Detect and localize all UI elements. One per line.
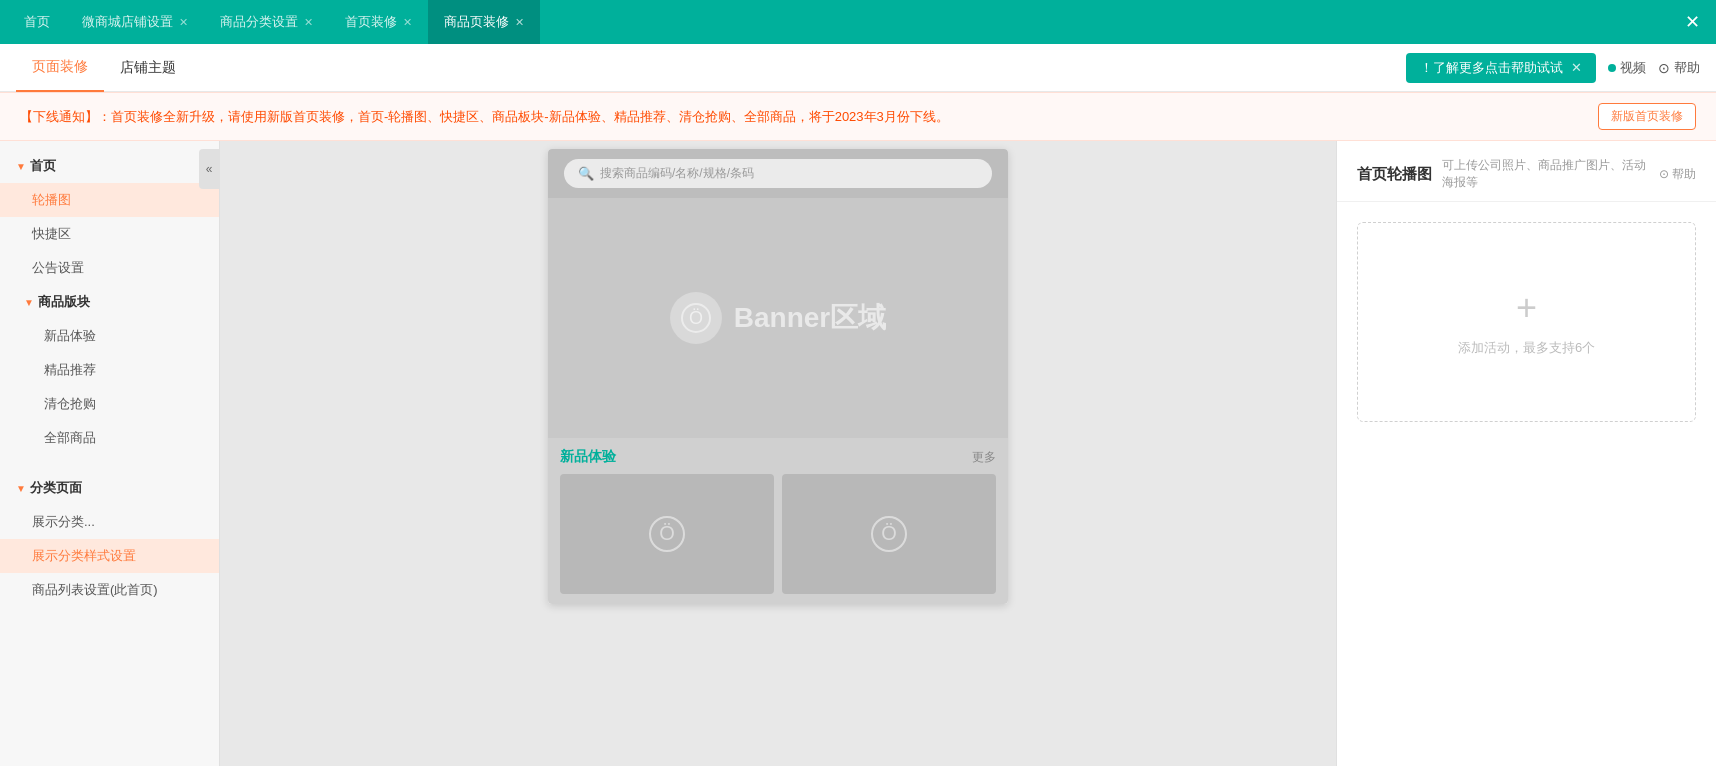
svg-text:Ö: Ö — [659, 522, 675, 544]
sidebar-item-category-style[interactable]: 展示分类样式设置 — [0, 539, 219, 573]
phone-search-bar: 🔍 搜索商品编码/名称/规格/条码 — [548, 149, 1008, 198]
svg-text:Ö: Ö — [881, 522, 897, 544]
notice-bar: 【下线通知】：首页装修全新升级，请使用新版首页装修，首页-轮播图、快捷区、商品板… — [0, 92, 1716, 141]
sub-tab-store-theme[interactable]: 店铺主题 — [104, 44, 192, 92]
new-version-button[interactable]: 新版首页装修 — [1598, 103, 1696, 130]
product-section-title: 新品体验 — [560, 448, 616, 466]
sidebar-group-home[interactable]: ▼ 首页 — [0, 149, 219, 183]
product-section: 新品体验 更多 Ö Ö — [548, 438, 1008, 604]
sidebar-item-product-list[interactable]: 商品列表设置(此首页) — [0, 573, 219, 607]
tab-home-decor[interactable]: 首页装修 ✕ — [329, 0, 428, 44]
sidebar-item-show-category[interactable]: 展示分类... — [0, 505, 219, 539]
product-card-2[interactable]: Ö — [782, 474, 996, 594]
right-panel-help-button[interactable]: ⊙ 帮助 — [1659, 166, 1696, 183]
tab-category-settings[interactable]: 商品分类设置 ✕ — [204, 0, 329, 44]
product-section-header: 新品体验 更多 — [560, 448, 996, 466]
arrow-down-icon: ▼ — [16, 161, 26, 172]
sidebar-item-banner[interactable]: 轮播图 — [0, 183, 219, 217]
sub-tab-right-actions: ！了解更多点击帮助试试 ✕ 视频 ⊙ 帮助 — [1406, 53, 1700, 83]
sidebar-group-category[interactable]: ▼ 分类页面 — [0, 471, 219, 505]
arrow-down-icon: ▼ — [24, 297, 34, 308]
sidebar-item-all-products[interactable]: 全部商品 — [0, 421, 219, 455]
banner-area[interactable]: Ö Banner区域 — [548, 198, 1008, 438]
tab-home[interactable]: 首页 — [8, 0, 66, 44]
phone-frame: 🔍 搜索商品编码/名称/规格/条码 Ö Banner区域 — [548, 149, 1008, 604]
help-banner-close[interactable]: ✕ — [1571, 60, 1582, 75]
banner-text: Banner区域 — [734, 299, 886, 337]
right-panel-desc: 可上传公司照片、商品推广图片、活动海报等 — [1442, 157, 1649, 191]
close-tab-store[interactable]: ✕ — [179, 16, 188, 29]
phone-search-input[interactable]: 🔍 搜索商品编码/名称/规格/条码 — [564, 159, 992, 188]
tab-product-decor[interactable]: 商品页装修 ✕ — [428, 0, 540, 44]
add-banner-text: 添加活动，最多支持6个 — [1458, 339, 1595, 357]
tab-bar: 首页 微商城店铺设置 ✕ 商品分类设置 ✕ 首页装修 ✕ 商品页装修 ✕ ✕ — [0, 0, 1716, 44]
right-panel-body: + 添加活动，最多支持6个 — [1337, 202, 1716, 442]
help-button[interactable]: ⊙ 帮助 — [1658, 59, 1700, 77]
svg-text:Ö: Ö — [689, 308, 703, 328]
main-content: « ▼ 首页 轮播图 快捷区 公告设置 ▼ 商品版块 新品体验 — [0, 141, 1716, 766]
question-icon: ⊙ — [1658, 60, 1670, 76]
preview-area: 🔍 搜索商品编码/名称/规格/条码 Ö Banner区域 — [220, 141, 1336, 766]
product-grid: Ö Ö — [560, 474, 996, 594]
close-tab-home-decor[interactable]: ✕ — [403, 16, 412, 29]
sidebar-item-quickzone[interactable]: 快捷区 — [0, 217, 219, 251]
sidebar-item-premium[interactable]: 精品推荐 — [0, 353, 219, 387]
search-icon: 🔍 — [578, 166, 594, 181]
plus-icon: + — [1516, 287, 1537, 329]
sidebar-item-clearance[interactable]: 清仓抢购 — [0, 387, 219, 421]
sidebar-item-notice[interactable]: 公告设置 — [0, 251, 219, 285]
banner-logo: Ö Banner区域 — [670, 292, 886, 344]
banner-logo-icon: Ö — [670, 292, 722, 344]
video-button[interactable]: 视频 — [1608, 59, 1646, 77]
window-close-button[interactable]: ✕ — [1677, 11, 1708, 33]
sidebar: « ▼ 首页 轮播图 快捷区 公告设置 ▼ 商品版块 新品体验 — [0, 141, 220, 766]
help-banner[interactable]: ！了解更多点击帮助试试 ✕ — [1406, 53, 1596, 83]
sidebar-item-new-exp[interactable]: 新品体验 — [0, 319, 219, 353]
right-panel-header: 首页轮播图 可上传公司照片、商品推广图片、活动海报等 ⊙ 帮助 — [1337, 141, 1716, 202]
product-section-more: 更多 — [972, 449, 996, 466]
sub-tab-page-decor[interactable]: 页面装修 — [16, 44, 104, 92]
tab-store-settings[interactable]: 微商城店铺设置 ✕ — [66, 0, 204, 44]
close-tab-category[interactable]: ✕ — [304, 16, 313, 29]
add-banner-button[interactable]: + 添加活动，最多支持6个 — [1357, 222, 1696, 422]
right-panel: 首页轮播图 可上传公司照片、商品推广图片、活动海报等 ⊙ 帮助 + 添加活动，最… — [1336, 141, 1716, 766]
question-circle-icon: ⊙ — [1659, 167, 1669, 181]
notice-text: 【下线通知】：首页装修全新升级，请使用新版首页装修，首页-轮播图、快捷区、商品板… — [20, 108, 1586, 126]
sidebar-collapse-button[interactable]: « — [199, 149, 219, 189]
sidebar-section-category: ▼ 分类页面 展示分类... 展示分类样式设置 商品列表设置(此首页) — [0, 463, 219, 615]
sidebar-section-home: ▼ 首页 轮播图 快捷区 公告设置 ▼ 商品版块 新品体验 精品推荐 — [0, 141, 219, 463]
close-tab-product-decor[interactable]: ✕ — [515, 16, 524, 29]
arrow-down-icon: ▼ — [16, 483, 26, 494]
right-panel-title: 首页轮播图 — [1357, 165, 1432, 184]
video-dot-icon — [1608, 64, 1616, 72]
product-card-1[interactable]: Ö — [560, 474, 774, 594]
sub-tab-bar: 页面装修 店铺主题 ！了解更多点击帮助试试 ✕ 视频 ⊙ 帮助 — [0, 44, 1716, 92]
sidebar-subgroup-products[interactable]: ▼ 商品版块 — [0, 285, 219, 319]
